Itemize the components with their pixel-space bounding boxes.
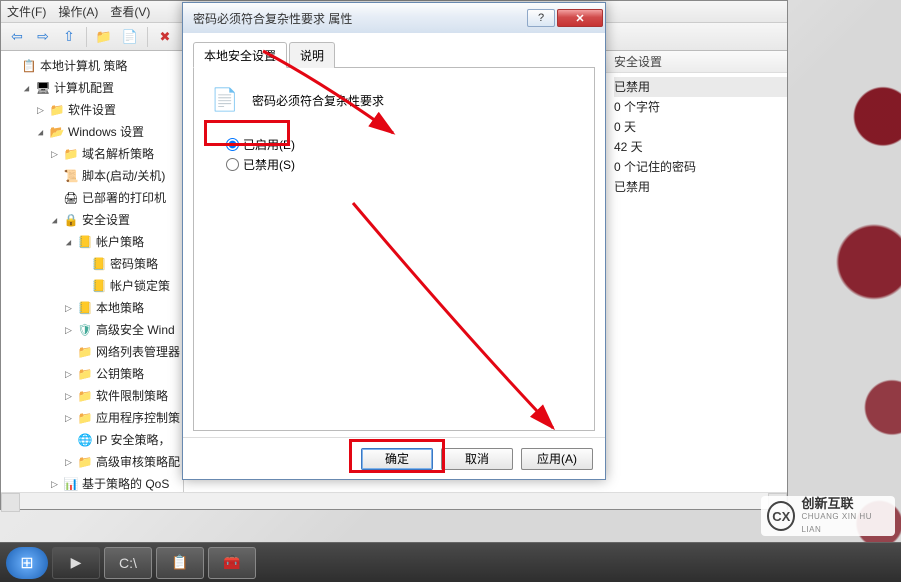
- radio-enabled-input[interactable]: [226, 138, 239, 151]
- shield-icon: [77, 322, 93, 338]
- dialog-title: 密码必须符合复杂性要求 属性: [193, 10, 525, 27]
- folder-icon: [77, 388, 93, 404]
- list-item[interactable]: 已禁用: [614, 177, 787, 197]
- tree-pane[interactable]: 本地计算机 策略 计算机配置 软件设置 Windows 设置 域名解析策略 脚本…: [1, 51, 184, 492]
- tree-password[interactable]: 密码策略: [110, 254, 158, 274]
- tree-qos[interactable]: 基于策略的 QoS: [82, 474, 169, 492]
- folder-icon: [49, 102, 65, 118]
- watermark-cn: 创新互联: [801, 497, 889, 510]
- tab-local-security[interactable]: 本地安全设置: [193, 42, 287, 68]
- radio-disabled-label: 已禁用(S): [243, 156, 295, 173]
- script-icon: [63, 168, 79, 184]
- list-item[interactable]: 0 个记住的密码: [614, 157, 787, 177]
- bar-icon: [63, 476, 79, 492]
- folder-icon: [77, 454, 93, 470]
- watermark-en: CHUANG XIN HU LIAN: [801, 510, 889, 536]
- list-item[interactable]: 0 个字符: [614, 97, 787, 117]
- globe-icon: [77, 432, 93, 448]
- tree-netlist[interactable]: 网络列表管理器: [96, 342, 180, 362]
- tree-audit[interactable]: 高级审核策略配: [96, 452, 180, 472]
- list-item[interactable]: 已禁用: [614, 77, 787, 97]
- tree-scripts[interactable]: 脚本(启动/关机): [82, 166, 165, 186]
- tab-strip: 本地安全设置 说明: [193, 41, 595, 68]
- cancel-button[interactable]: 取消: [441, 448, 513, 470]
- tree-local[interactable]: 本地策略: [96, 298, 144, 318]
- policy-icon: [77, 234, 93, 250]
- policy-name: 密码必须符合复杂性要求: [252, 92, 384, 109]
- tree-account[interactable]: 帐户策略: [96, 232, 144, 252]
- tab-explain[interactable]: 说明: [289, 42, 335, 68]
- tree-computer[interactable]: 计算机配置: [54, 78, 114, 98]
- menu-action[interactable]: 操作(A): [58, 3, 98, 20]
- horizontal-scrollbar[interactable]: [1, 492, 787, 509]
- ok-button[interactable]: 确定: [361, 448, 433, 470]
- policy-icon: [77, 300, 93, 316]
- list-item[interactable]: 42 天: [614, 137, 787, 157]
- policy-doc-icon: 📄: [208, 80, 242, 120]
- close-button[interactable]: ✕: [557, 9, 603, 27]
- watermark: CX 创新互联 CHUANG XIN HU LIAN: [761, 496, 895, 536]
- separator: [86, 27, 87, 47]
- taskbar[interactable]: ⊞ ▶ C:\ 📋 🧰: [0, 542, 901, 582]
- apply-button[interactable]: 应用(A): [521, 448, 593, 470]
- taskbar-cmd[interactable]: C:\: [104, 547, 152, 579]
- watermark-logo: CX: [767, 501, 795, 531]
- tree-appctrl[interactable]: 应用程序控制策: [96, 408, 180, 428]
- back-button[interactable]: [5, 25, 29, 49]
- policy-icon: [91, 278, 107, 294]
- folder-icon: [77, 366, 93, 382]
- folder-icon: [49, 124, 65, 140]
- export-button[interactable]: [118, 25, 142, 49]
- security-icon: [63, 212, 79, 228]
- help-button[interactable]: ?: [527, 9, 555, 27]
- radio-disabled-input[interactable]: [226, 158, 239, 171]
- up-button[interactable]: [57, 25, 81, 49]
- taskbar-mmc[interactable]: 📋: [156, 547, 204, 579]
- folder-icon: [77, 344, 93, 360]
- tree-softrestrict[interactable]: 软件限制策略: [96, 386, 168, 406]
- printer-icon: [63, 190, 79, 206]
- tree-root[interactable]: 本地计算机 策略: [40, 56, 127, 76]
- tab-content: 📄 密码必须符合复杂性要求 已启用(E) 已禁用(S): [193, 68, 595, 431]
- folder-icon: [77, 410, 93, 426]
- folder-button[interactable]: [92, 25, 116, 49]
- tree-software[interactable]: 软件设置: [68, 100, 116, 120]
- dialog-buttons: 确定 取消 应用(A): [183, 437, 605, 479]
- tree-lockout[interactable]: 帐户锁定策: [110, 276, 170, 296]
- radio-enabled-label: 已启用(E): [243, 136, 295, 153]
- separator: [147, 27, 148, 47]
- titlebar[interactable]: 密码必须符合复杂性要求 属性 ? ✕: [183, 3, 605, 33]
- tree-ipsec[interactable]: IP 安全策略，: [96, 430, 170, 450]
- tree-windows[interactable]: Windows 设置: [68, 122, 144, 142]
- forward-button[interactable]: [31, 25, 55, 49]
- menu-file[interactable]: 文件(F): [7, 3, 46, 20]
- properties-dialog: 密码必须符合复杂性要求 属性 ? ✕ 本地安全设置 说明 📄 密码必须符合复杂性…: [182, 2, 606, 480]
- folder-icon: [63, 146, 79, 162]
- tree-pubkey[interactable]: 公钥策略: [96, 364, 144, 384]
- start-button[interactable]: ⊞: [6, 547, 48, 579]
- delete-button[interactable]: [153, 25, 177, 49]
- taskbar-media[interactable]: ▶: [52, 547, 100, 579]
- computer-icon: [35, 80, 51, 96]
- tree-security[interactable]: 安全设置: [82, 210, 130, 230]
- taskbar-toolbox[interactable]: 🧰: [208, 547, 256, 579]
- tree-advsec[interactable]: 高级安全 Wind: [96, 320, 175, 340]
- list-item[interactable]: 0 天: [614, 117, 787, 137]
- tree-printers[interactable]: 已部署的打印机: [82, 188, 166, 208]
- root-icon: [21, 58, 37, 74]
- radio-enabled[interactable]: 已启用(E): [226, 136, 580, 153]
- tree-dns[interactable]: 域名解析策略: [82, 144, 154, 164]
- menu-view[interactable]: 查看(V): [110, 3, 150, 20]
- policy-icon: [91, 256, 107, 272]
- radio-disabled[interactable]: 已禁用(S): [226, 156, 580, 173]
